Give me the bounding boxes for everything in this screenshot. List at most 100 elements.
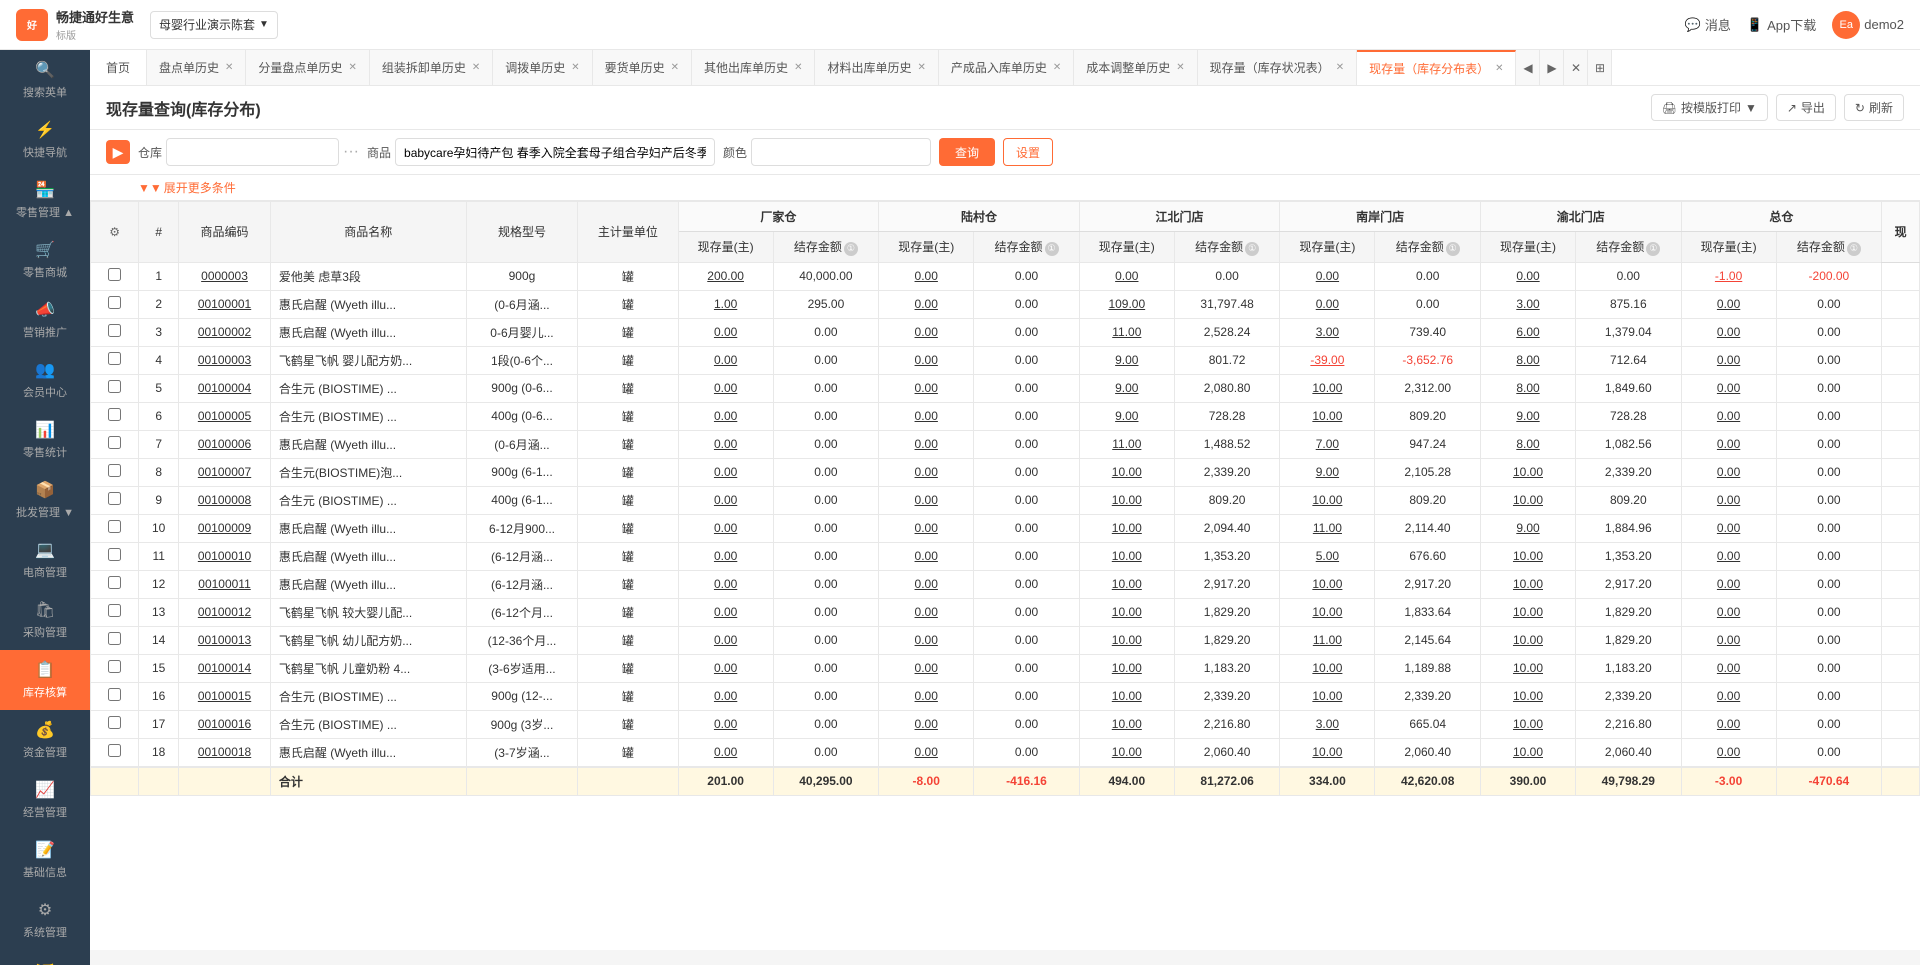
cell-yb-qty[interactable]: 9.00: [1480, 402, 1575, 430]
product-code-link[interactable]: 00100014: [198, 661, 251, 675]
cell-code[interactable]: 00100006: [179, 430, 271, 458]
cell-checkbox[interactable]: [91, 458, 139, 486]
row-checkbox[interactable]: [108, 352, 121, 365]
cell-tot-qty[interactable]: 0.00: [1681, 290, 1776, 318]
cell-tot-qty[interactable]: 0.00: [1681, 514, 1776, 542]
cell-tot-qty[interactable]: 0.00: [1681, 318, 1776, 346]
message-btn[interactable]: 💬 消息: [1685, 15, 1731, 34]
cell-lc-qty[interactable]: 0.00: [879, 682, 974, 710]
tab-prev-btn[interactable]: ◀: [1516, 50, 1540, 86]
cell-lc-qty[interactable]: 0.00: [879, 458, 974, 486]
cell-na-qty[interactable]: 10.00: [1280, 654, 1375, 682]
cell-yb-qty[interactable]: 10.00: [1480, 682, 1575, 710]
cell-jb-qty[interactable]: 109.00: [1079, 290, 1174, 318]
cell-cj-qty[interactable]: 0.00: [678, 430, 773, 458]
cell-tot-qty[interactable]: 0.00: [1681, 458, 1776, 486]
row-checkbox[interactable]: [108, 660, 121, 673]
sidebar-item-retail-stats[interactable]: 📊 零售统计: [0, 410, 90, 470]
cell-na-qty[interactable]: 10.00: [1280, 486, 1375, 514]
cell-na-qty[interactable]: 11.00: [1280, 514, 1375, 542]
row-checkbox[interactable]: [108, 548, 121, 561]
cell-code[interactable]: 00100007: [179, 458, 271, 486]
row-checkbox[interactable]: [108, 576, 121, 589]
product-code-link[interactable]: 00100011: [198, 577, 251, 591]
row-checkbox[interactable]: [108, 380, 121, 393]
tab-next-btn[interactable]: ▶: [1540, 50, 1564, 86]
cell-jb-qty[interactable]: 10.00: [1079, 626, 1174, 654]
tab-stock-dist[interactable]: 现存量（库存分布表） ✕: [1357, 50, 1516, 86]
cell-cj-qty[interactable]: 0.00: [678, 570, 773, 598]
cell-tot-qty[interactable]: 0.00: [1681, 374, 1776, 402]
cell-checkbox[interactable]: [91, 430, 139, 458]
cell-checkbox[interactable]: [91, 598, 139, 626]
cell-na-qty[interactable]: -39.00: [1280, 346, 1375, 374]
cell-code[interactable]: 00100005: [179, 402, 271, 430]
row-checkbox[interactable]: [108, 632, 121, 645]
tab-assembly[interactable]: 组装拆卸单历史 ✕: [370, 50, 493, 86]
cell-yb-qty[interactable]: 10.00: [1480, 626, 1575, 654]
tab-stock-status[interactable]: 现存量（库存状况表） ✕: [1198, 50, 1357, 86]
cell-tot-qty[interactable]: 0.00: [1681, 598, 1776, 626]
cell-jb-qty[interactable]: 9.00: [1079, 402, 1174, 430]
tab-cost-adjust[interactable]: 成本调整单历史 ✕: [1074, 50, 1197, 86]
cell-na-qty[interactable]: 10.00: [1280, 682, 1375, 710]
cell-checkbox[interactable]: [91, 262, 139, 290]
cell-checkbox[interactable]: [91, 710, 139, 738]
cell-cj-qty[interactable]: 0.00: [678, 710, 773, 738]
cell-na-qty[interactable]: 10.00: [1280, 738, 1375, 767]
cell-jb-qty[interactable]: 10.00: [1079, 542, 1174, 570]
sidebar-item-collab[interactable]: 🤝 企业协同: [0, 950, 90, 965]
tab-close-icon[interactable]: ✕: [1176, 62, 1184, 73]
info-icon-na-amt[interactable]: ①: [1446, 242, 1460, 256]
cell-jb-qty[interactable]: 10.00: [1079, 654, 1174, 682]
cell-checkbox[interactable]: [91, 542, 139, 570]
cell-cj-qty[interactable]: 0.00: [678, 402, 773, 430]
cell-tot-qty[interactable]: 0.00: [1681, 346, 1776, 374]
cell-cj-qty[interactable]: 0.00: [678, 598, 773, 626]
goods-input[interactable]: [395, 138, 715, 166]
tab-close-icon[interactable]: ✕: [1495, 63, 1503, 74]
cell-lc-qty[interactable]: 0.00: [879, 346, 974, 374]
cell-code[interactable]: 00100016: [179, 710, 271, 738]
row-checkbox[interactable]: [108, 324, 121, 337]
cell-cj-qty[interactable]: 0.00: [678, 346, 773, 374]
sidebar-item-mall[interactable]: 🛒 零售商城: [0, 230, 90, 290]
cell-checkbox[interactable]: [91, 374, 139, 402]
color-input[interactable]: [751, 138, 931, 166]
tab-product-in[interactable]: 产成品入库单历史 ✕: [939, 50, 1074, 86]
cell-checkbox[interactable]: [91, 654, 139, 682]
cell-cj-qty[interactable]: 0.00: [678, 738, 773, 767]
cell-tot-qty[interactable]: 0.00: [1681, 402, 1776, 430]
cell-cj-qty[interactable]: 0.00: [678, 654, 773, 682]
product-code-link[interactable]: 00100010: [198, 549, 251, 563]
cell-code[interactable]: 00100009: [179, 514, 271, 542]
cell-jb-qty[interactable]: 10.00: [1079, 458, 1174, 486]
warehouse-input[interactable]: [166, 138, 339, 166]
sidebar-item-retail-mgmt[interactable]: 🏪 零售管理 ▲: [0, 170, 90, 230]
cell-yb-qty[interactable]: 10.00: [1480, 570, 1575, 598]
cell-lc-qty[interactable]: 0.00: [879, 738, 974, 767]
cell-na-qty[interactable]: 3.00: [1280, 318, 1375, 346]
cell-tot-qty[interactable]: 0.00: [1681, 542, 1776, 570]
cell-tot-qty[interactable]: 0.00: [1681, 682, 1776, 710]
row-checkbox[interactable]: [108, 716, 121, 729]
cell-checkbox[interactable]: [91, 402, 139, 430]
cell-checkbox[interactable]: [91, 346, 139, 374]
cell-yb-qty[interactable]: 10.00: [1480, 486, 1575, 514]
cell-cj-qty[interactable]: 200.00: [678, 262, 773, 290]
tab-close-icon[interactable]: ✕: [917, 62, 925, 73]
cell-cj-qty[interactable]: 0.00: [678, 682, 773, 710]
cell-code[interactable]: 0000003: [179, 262, 271, 290]
cell-checkbox[interactable]: [91, 514, 139, 542]
cell-jb-qty[interactable]: 10.00: [1079, 738, 1174, 767]
sidebar-item-search[interactable]: 🔍 搜索英单: [0, 50, 90, 110]
cell-tot-qty[interactable]: 0.00: [1681, 570, 1776, 598]
tab-close-icon[interactable]: ✕: [1053, 62, 1061, 73]
cell-yb-qty[interactable]: 10.00: [1480, 458, 1575, 486]
filter-expand-btn[interactable]: ▶: [106, 140, 130, 164]
cell-lc-qty[interactable]: 0.00: [879, 570, 974, 598]
cell-jb-qty[interactable]: 10.00: [1079, 514, 1174, 542]
cell-checkbox[interactable]: [91, 570, 139, 598]
sidebar-item-system[interactable]: ⚙ 系统管理: [0, 890, 90, 950]
row-checkbox[interactable]: [108, 436, 121, 449]
